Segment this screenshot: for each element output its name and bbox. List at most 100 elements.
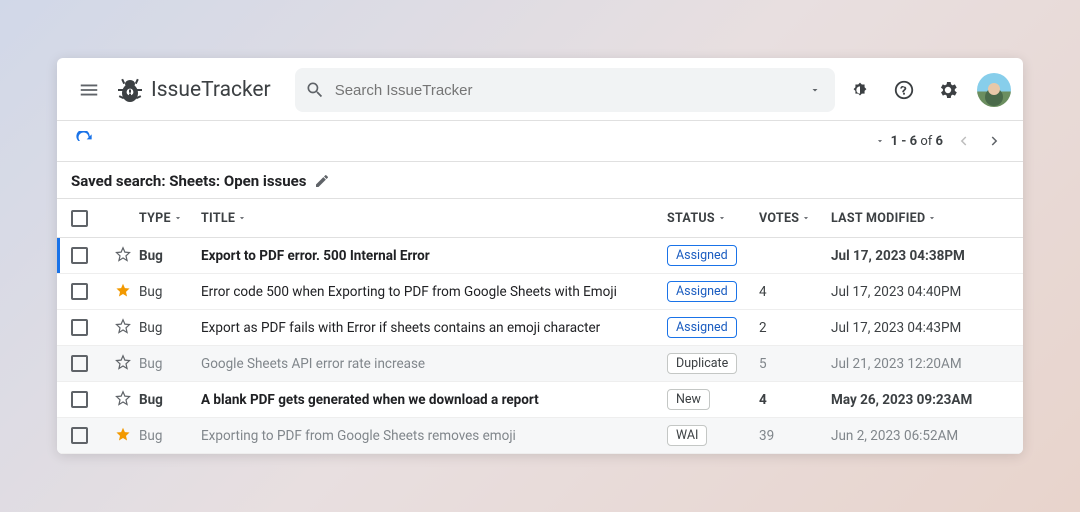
- cell-title[interactable]: Google Sheets API error rate increase: [201, 356, 667, 372]
- cell-title[interactable]: Error code 500 when Exporting to PDF fro…: [201, 284, 667, 300]
- table-row[interactable]: BugGoogle Sheets API error rate increase…: [57, 346, 1023, 382]
- table-row[interactable]: BugError code 500 when Exporting to PDF …: [57, 274, 1023, 310]
- search-dropdown-button[interactable]: [805, 80, 825, 100]
- select-all-checkbox[interactable]: [71, 210, 88, 227]
- cell-title[interactable]: Export as PDF fails with Error if sheets…: [201, 320, 667, 336]
- table-row[interactable]: BugExport to PDF error. 500 Internal Err…: [57, 238, 1023, 274]
- column-title[interactable]: TITLE: [201, 211, 667, 226]
- star-button[interactable]: [107, 425, 139, 443]
- table-header: TYPE TITLE STATUS VOTES LAST MODIFIED: [57, 198, 1023, 238]
- saved-search-header: Saved search: Sheets: Open issues: [57, 162, 1023, 198]
- topbar: IssueTracker: [57, 58, 1023, 120]
- cell-last-modified: Jul 17, 2023 04:38PM: [831, 248, 1009, 264]
- pager-menu-button[interactable]: [869, 136, 891, 146]
- cell-status: Duplicate: [667, 353, 759, 374]
- pager-next-button[interactable]: [979, 125, 1011, 157]
- table-row[interactable]: BugExport as PDF fails with Error if she…: [57, 310, 1023, 346]
- help-icon: [893, 79, 915, 101]
- pager-total: 6: [936, 134, 943, 149]
- bug-logo-icon: [117, 76, 143, 104]
- cell-type: Bug: [139, 428, 201, 444]
- status-badge: Assigned: [667, 245, 737, 266]
- pencil-icon: [314, 173, 330, 189]
- star-button[interactable]: [107, 389, 139, 407]
- cell-last-modified: Jun 2, 2023 06:52AM: [831, 428, 1009, 444]
- star-button[interactable]: [107, 317, 139, 335]
- cell-title[interactable]: Exporting to PDF from Google Sheets remo…: [201, 428, 667, 444]
- sort-icon: [717, 213, 727, 223]
- menu-button[interactable]: [69, 70, 109, 110]
- cell-status: WAI: [667, 425, 759, 446]
- pager-prev-button[interactable]: [947, 125, 979, 157]
- chevron-down-icon: [875, 136, 885, 146]
- settings-button[interactable]: [929, 71, 967, 109]
- column-type[interactable]: TYPE: [139, 211, 201, 226]
- cell-status: Assigned: [667, 281, 759, 302]
- cell-last-modified: May 26, 2023 09:23AM: [831, 392, 1009, 408]
- search-icon: [305, 80, 325, 100]
- app-title: IssueTracker: [151, 78, 271, 102]
- status-badge: Assigned: [667, 281, 737, 302]
- cell-type: Bug: [139, 356, 201, 372]
- row-checkbox[interactable]: [71, 247, 88, 264]
- cell-votes: 5: [759, 356, 831, 372]
- star-button[interactable]: [107, 353, 139, 371]
- edit-saved-search-button[interactable]: [314, 173, 330, 189]
- star-button[interactable]: [107, 245, 139, 263]
- pager-of: of: [920, 134, 932, 149]
- help-button[interactable]: [885, 71, 923, 109]
- gear-icon: [937, 79, 959, 101]
- search-input[interactable]: [335, 82, 795, 99]
- cell-status: Assigned: [667, 245, 759, 266]
- sort-icon: [237, 213, 247, 223]
- table-body: BugExport to PDF error. 500 Internal Err…: [57, 238, 1023, 454]
- issue-tracker-window: IssueTracker 1 - 6 of: [57, 58, 1023, 454]
- saved-search-label: Saved search: Sheets: Open issues: [71, 172, 306, 190]
- status-badge: New: [667, 389, 710, 410]
- pager-label: 1 - 6 of 6: [891, 134, 943, 149]
- refresh-button[interactable]: [69, 125, 101, 157]
- logo-block[interactable]: IssueTracker: [117, 76, 271, 104]
- row-checkbox[interactable]: [71, 283, 88, 300]
- chevron-down-icon: [809, 84, 821, 96]
- row-checkbox[interactable]: [71, 391, 88, 408]
- search-box[interactable]: [295, 68, 835, 112]
- sort-icon: [173, 213, 183, 223]
- status-badge: WAI: [667, 425, 707, 446]
- hamburger-icon: [78, 79, 100, 101]
- chevron-right-icon: [986, 132, 1004, 150]
- theme-toggle-button[interactable]: [841, 71, 879, 109]
- status-badge: Assigned: [667, 317, 737, 338]
- cell-last-modified: Jul 17, 2023 04:43PM: [831, 320, 1009, 336]
- cell-type: Bug: [139, 248, 201, 264]
- brightness-icon: [849, 79, 871, 101]
- cell-status: New: [667, 389, 759, 410]
- row-checkbox[interactable]: [71, 427, 88, 444]
- table-row[interactable]: BugA blank PDF gets generated when we do…: [57, 382, 1023, 418]
- cell-votes: 4: [759, 392, 831, 408]
- list-toolbar: 1 - 6 of 6: [57, 120, 1023, 162]
- cell-type: Bug: [139, 284, 201, 300]
- pager-range: 1 - 6: [891, 134, 918, 149]
- cell-votes: 4: [759, 284, 831, 300]
- user-avatar[interactable]: [977, 73, 1011, 107]
- cell-last-modified: Jul 17, 2023 04:40PM: [831, 284, 1009, 300]
- row-checkbox[interactable]: [71, 319, 88, 336]
- column-last-modified[interactable]: LAST MODIFIED: [831, 211, 1009, 226]
- cell-title[interactable]: Export to PDF error. 500 Internal Error: [201, 248, 667, 264]
- cell-type: Bug: [139, 320, 201, 336]
- cell-votes: 39: [759, 428, 831, 444]
- cell-votes: 2: [759, 320, 831, 336]
- column-votes[interactable]: VOTES: [759, 211, 831, 226]
- star-button[interactable]: [107, 281, 139, 299]
- cell-type: Bug: [139, 392, 201, 408]
- sort-icon: [927, 213, 937, 223]
- row-checkbox[interactable]: [71, 355, 88, 372]
- refresh-icon: [75, 131, 95, 151]
- cell-status: Assigned: [667, 317, 759, 338]
- column-status[interactable]: STATUS: [667, 211, 759, 226]
- table-row[interactable]: BugExporting to PDF from Google Sheets r…: [57, 418, 1023, 454]
- cell-title[interactable]: A blank PDF gets generated when we downl…: [201, 392, 667, 408]
- cell-last-modified: Jul 21, 2023 12:20AM: [831, 356, 1009, 372]
- status-badge: Duplicate: [667, 353, 737, 374]
